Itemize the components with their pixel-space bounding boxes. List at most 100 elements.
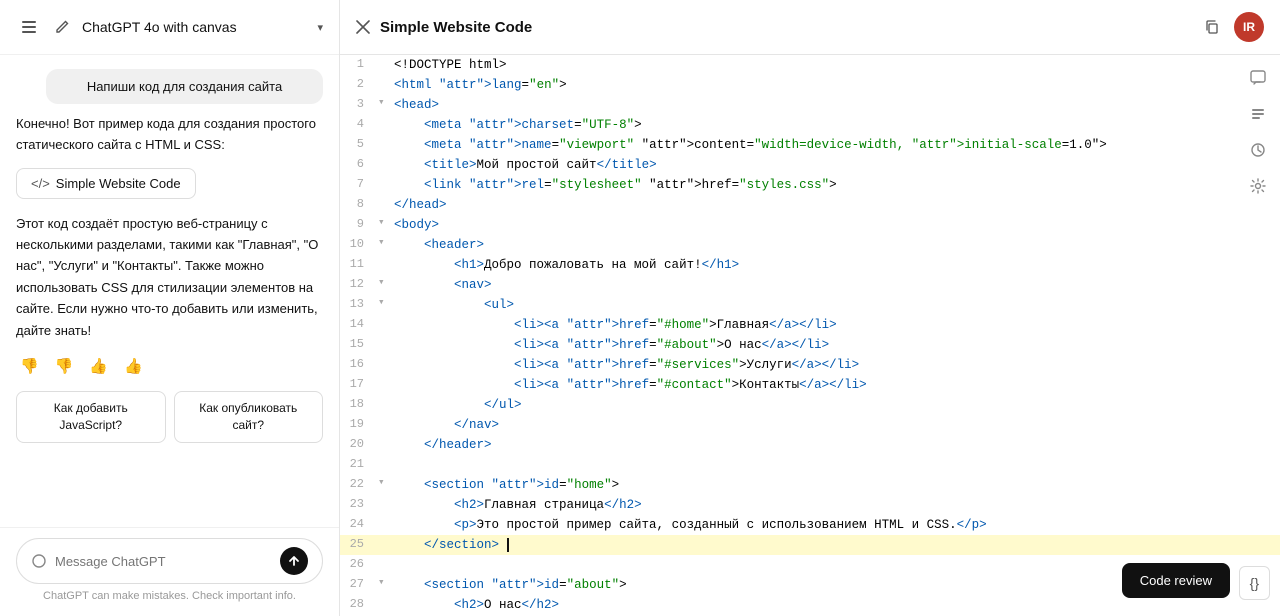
code-line: 8</head> — [340, 195, 1280, 215]
fold-toggle[interactable]: ▾ — [378, 95, 394, 113]
code-line: 17 <li><a "attr">href="#contact">Контакт… — [340, 375, 1280, 395]
settings-button[interactable] — [1242, 170, 1274, 202]
chat-panel-button[interactable] — [1242, 62, 1274, 94]
fold-toggle[interactable]: ▾ — [378, 475, 394, 493]
suggestion-publish-button[interactable]: Как опубликовать сайт? — [174, 391, 324, 443]
code-line: 18 </ul> — [340, 395, 1280, 415]
line-code: <meta "attr">name="viewport" "attr">cont… — [394, 135, 1280, 155]
code-line: 20 </header> — [340, 435, 1280, 455]
line-number: 5 — [348, 135, 378, 154]
line-code: <li><a "attr">href="#about">О нас</a></l… — [394, 335, 1280, 355]
close-button[interactable] — [356, 20, 370, 34]
avatar-button[interactable]: IR — [1234, 12, 1264, 42]
code-area[interactable]: 1 <!DOCTYPE html> 2 <html "attr">lang="en">… — [340, 55, 1280, 616]
line-number: 20 — [348, 435, 378, 454]
line-number: 6 — [348, 155, 378, 174]
line-code: </section> — [394, 535, 1280, 555]
suggestion-javascript-button[interactable]: Как добавить JavaScript? — [16, 391, 166, 443]
line-number: 18 — [348, 395, 378, 414]
brackets-button[interactable]: {} — [1239, 566, 1270, 600]
fold-toggle[interactable]: ▾ — [378, 215, 394, 233]
code-review-button[interactable]: Code review — [1122, 563, 1230, 598]
fold-toggle[interactable]: ▾ — [378, 575, 394, 593]
line-code: <title>Мой простой сайт</title> — [394, 155, 1280, 175]
user-message: Напиши код для создания сайта — [46, 69, 323, 104]
line-number: 11 — [348, 255, 378, 274]
line-code: <html "attr">lang="en"> — [394, 75, 1280, 95]
code-panel-header: Simple Website Code IR — [340, 0, 1280, 55]
message-input[interactable] — [55, 554, 272, 569]
thumbs-down-button[interactable]: 👎 — [16, 355, 43, 377]
line-number: 25 — [348, 535, 378, 554]
code-line: 23 <h2>Главная страница</h2> — [340, 495, 1280, 515]
line-number: 23 — [348, 495, 378, 514]
assistant-body: Этот код создаёт простую веб-страницу с … — [16, 213, 323, 342]
code-line: 4 <meta "attr">charset="UTF-8"> — [340, 115, 1280, 135]
list-panel-button[interactable] — [1242, 98, 1274, 130]
history-button[interactable] — [1242, 134, 1274, 166]
thumbs-up-alt-button[interactable]: 👍 — [120, 355, 147, 377]
line-number: 12 — [348, 275, 378, 294]
code-line: 7 <link "attr">rel="stylesheet" "attr">h… — [340, 175, 1280, 195]
sidebar-footer: ChatGPT can make mistakes. Check importa… — [0, 527, 339, 616]
line-number: 1 — [348, 55, 378, 74]
sidebar-content: Напиши код для создания сайта Конечно! В… — [0, 55, 339, 527]
line-code: </header> — [394, 435, 1280, 455]
right-toolbar — [1236, 54, 1280, 210]
canvas-link-label: Simple Website Code — [56, 176, 181, 191]
sidebar: ChatGPT 4o with canvas ▾ Напиши код для … — [0, 0, 340, 616]
line-code: <h2>О нас</h2> — [394, 595, 1280, 615]
code-line: 9▾<body> — [340, 215, 1280, 235]
code-line: 1 <!DOCTYPE html> — [340, 55, 1280, 75]
code-line: 11 <h1>Добро пожаловать на мой сайт!</h1… — [340, 255, 1280, 275]
line-number: 16 — [348, 355, 378, 374]
canvas-link-button[interactable]: </> Simple Website Code — [16, 168, 196, 199]
message-input-row — [16, 538, 323, 584]
line-number: 24 — [348, 515, 378, 534]
code-line: 10▾ <header> — [340, 235, 1280, 255]
line-number: 9 — [348, 215, 378, 234]
line-code: <section "attr">id="home"> — [394, 475, 1280, 495]
fold-toggle[interactable]: ▾ — [378, 275, 394, 293]
line-code: </head> — [394, 195, 1280, 215]
sidebar-header: ChatGPT 4o with canvas ▾ — [0, 0, 339, 55]
fold-toggle[interactable]: ▾ — [378, 235, 394, 253]
fold-toggle[interactable]: ▾ — [378, 295, 394, 313]
assistant-intro: Конечно! Вот пример кода для создания пр… — [16, 114, 323, 156]
line-code: <li><a "attr">href="#contact">Контакты</… — [394, 375, 1280, 395]
line-code: <li><a "attr">href="#services">Услуги</a… — [394, 355, 1280, 375]
code-line: 2 <html "attr">lang="en"> — [340, 75, 1280, 95]
line-code: <ul> — [394, 295, 1280, 315]
line-code: </nav> — [394, 415, 1280, 435]
send-button[interactable] — [280, 547, 308, 575]
line-number: 27 — [348, 575, 378, 594]
code-line: 19 </nav> — [340, 415, 1280, 435]
code-line: 14 <li><a "attr">href="#home">Главная</a… — [340, 315, 1280, 335]
line-code: <li><a "attr">href="#home">Главная</a></… — [394, 315, 1280, 335]
line-code: <head> — [394, 95, 1280, 115]
attach-button[interactable] — [31, 553, 47, 569]
line-number: 4 — [348, 115, 378, 134]
code-line: 28 <h2>О нас</h2> — [340, 595, 1280, 615]
code-line: 25 </section> — [340, 535, 1280, 555]
line-number: 22 — [348, 475, 378, 494]
disclaimer: ChatGPT can make mistakes. Check importa… — [16, 590, 323, 602]
code-icon: </> — [31, 176, 50, 191]
code-line: 6 <title>Мой простой сайт</title> — [340, 155, 1280, 175]
edit-button[interactable] — [50, 15, 74, 39]
line-code: </ul> — [394, 395, 1280, 415]
line-number: 13 — [348, 295, 378, 314]
line-code: <p>Это простой пример сайта, созданный с… — [394, 515, 1280, 535]
line-code: <!DOCTYPE html> — [394, 55, 1280, 75]
thumbs-up-button[interactable]: 👍 — [85, 355, 112, 377]
copy-button[interactable] — [1200, 15, 1224, 39]
line-number: 2 — [348, 75, 378, 94]
code-line: 24 <p>Это простой пример сайта, созданны… — [340, 515, 1280, 535]
line-code: <header> — [394, 235, 1280, 255]
line-number: 7 — [348, 175, 378, 194]
thumbs-down-alt-button[interactable]: 👎 — [51, 355, 78, 377]
code-line: 22▾ <section "attr">id="home"> — [340, 475, 1280, 495]
code-line: 21 — [340, 455, 1280, 475]
sidebar-toggle-button[interactable] — [16, 14, 42, 40]
code-line: 15 <li><a "attr">href="#about">О нас</a>… — [340, 335, 1280, 355]
